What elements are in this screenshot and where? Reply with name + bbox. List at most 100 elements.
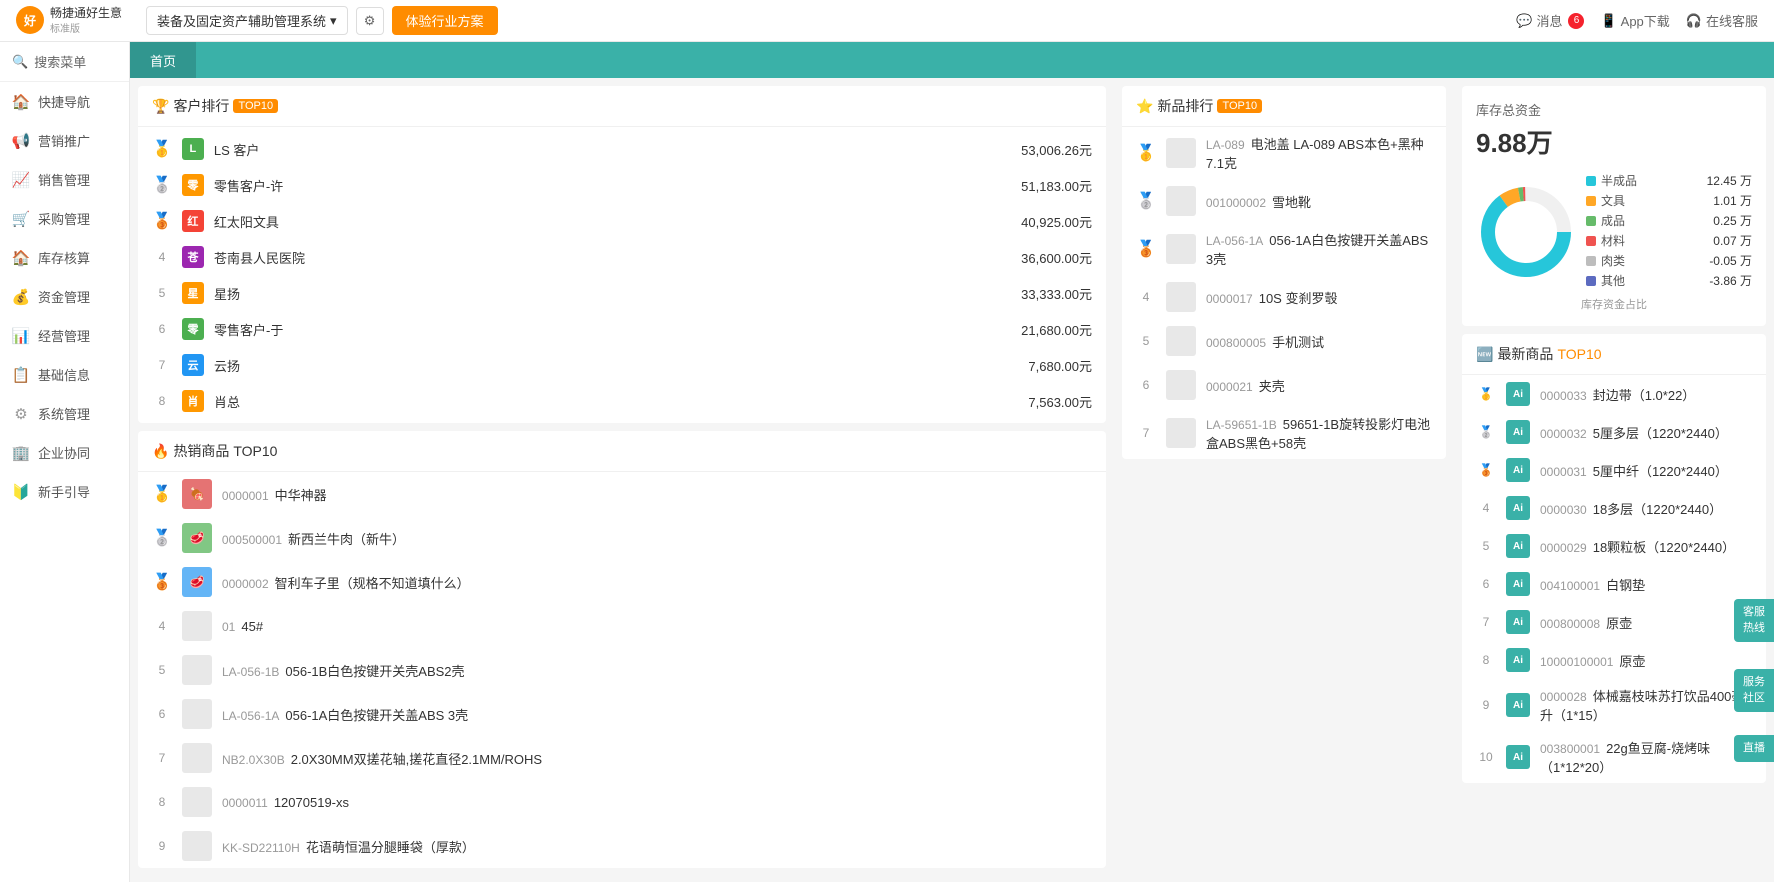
trial-button[interactable]: 体验行业方案 <box>392 6 498 35</box>
product-thumb <box>1166 234 1196 264</box>
rank-item: 7 云 云扬 7,680.00元 <box>138 347 1106 383</box>
rank-item: 5 星 星扬 33,333.00元 <box>138 275 1106 311</box>
app-download-button[interactable]: 📱 App下载 <box>1600 11 1669 30</box>
medal-icon: 🥈 <box>152 175 172 195</box>
rank-number: 7 <box>1136 426 1156 440</box>
phone-icon: 📱 <box>1600 13 1616 29</box>
sidebar-item-operation[interactable]: 📊 经营管理 <box>0 316 129 355</box>
hot-info: 0000001中华神器 <box>222 485 1092 504</box>
new-product-name: 004100001白钢垫 <box>1540 575 1752 594</box>
new-product-item: 8 Ai 10000100001原壶 <box>1462 641 1766 679</box>
chevron-down-icon: ▾ <box>330 13 337 29</box>
logo-sub: 标准版 <box>50 20 122 35</box>
float-service-button[interactable]: 客服热线 <box>1734 599 1774 642</box>
sidebar: 🔍 搜索菜单 🏠 快捷导航 📢 营销推广 📈 销售管理 🛒 采购管理 🏠 库存核… <box>0 42 130 882</box>
hot-info: 000500001新西兰牛肉（新牛） <box>222 529 1092 548</box>
system-selector[interactable]: 装备及固定资产辅助管理系统 ▾ <box>146 6 348 35</box>
new-thumb: Ai <box>1506 534 1530 558</box>
legend-item: 材料 0.07 万 <box>1586 232 1752 249</box>
product-thumb <box>1166 326 1196 356</box>
sidebar-item-basic[interactable]: 📋 基础信息 <box>0 355 129 394</box>
settings-button[interactable]: ⚙ <box>356 7 384 35</box>
headset-icon: 🎧 <box>1686 13 1702 29</box>
rank-number: 5 <box>152 663 172 677</box>
new-product-item: 10 Ai 00380000122g鱼豆腐-烧烤味（1*12*20） <box>1462 731 1766 783</box>
logo-text: 畅捷通好生意 <box>50 6 122 20</box>
hot-item: 6 LA-056-1A056-1A白色按键开关盖ABS 3壳 <box>138 692 1106 736</box>
sidebar-item-marketing[interactable]: 📢 营销推广 <box>0 121 129 160</box>
hot-item: 5 LA-056-1B056-1B白色按键开关壳ABS2壳 <box>138 648 1106 692</box>
star-icon: ⭐ <box>1136 98 1153 115</box>
left-column: 🏆 客户排行 TOP10 🥇 L LS 客户 53,006.26元 🥈 <box>130 78 1114 882</box>
sidebar-item-sales[interactable]: 📈 销售管理 <box>0 160 129 199</box>
sidebar-item-company[interactable]: 🏢 企业协同 <box>0 433 129 472</box>
product-thumb <box>1166 370 1196 400</box>
customer-avatar: 零 <box>182 318 204 340</box>
rank-number: 4 <box>152 250 172 264</box>
float-direct-button[interactable]: 直播 <box>1734 735 1774 762</box>
new-product-item: 🥇 Ai 0000033封边带（1.0*22） <box>1462 375 1766 413</box>
new-product-name: 000003018多层（1220*2440） <box>1540 499 1752 518</box>
sidebar-item-purchase[interactable]: 🛒 采购管理 <box>0 199 129 238</box>
sidebar-item-finance[interactable]: 💰 资金管理 <box>0 277 129 316</box>
message-button[interactable]: 💬 消息 6 <box>1516 11 1584 30</box>
donut-chart <box>1476 182 1576 282</box>
sidebar-item-system[interactable]: ⚙ 系统管理 <box>0 394 129 433</box>
new-rank-item: 7 LA-59651-1B59651-1B旋转投影灯电池盒ABS黑色+58壳 <box>1122 407 1446 459</box>
content-area: 首页 🏆 客户排行 TOP10 🥇 L <box>130 42 1774 882</box>
purchase-icon: 🛒 <box>12 210 30 228</box>
rank-number: 5 <box>152 286 172 300</box>
search-icon: 🔍 <box>12 54 28 70</box>
new-products-header: ⭐ 新品排行 TOP10 <box>1122 86 1446 127</box>
chart-area: 半成品 12.45 万 文具 1.01 万 成品 0.25 万 <box>1476 172 1752 292</box>
new-thumb: Ai <box>1506 420 1530 444</box>
rank-number: 9 <box>1476 698 1496 712</box>
sidebar-item-guide[interactable]: 🔰 新手引导 <box>0 472 129 511</box>
customer-amount: 7,563.00元 <box>1028 392 1092 411</box>
top-badge: TOP10 <box>1217 99 1262 113</box>
new-product-name: 10000100001原壶 <box>1540 651 1752 670</box>
tab-home[interactable]: 首页 <box>130 42 196 78</box>
sidebar-item-inventory[interactable]: 🏠 库存核算 <box>0 238 129 277</box>
float-community-button[interactable]: 服务社区 <box>1734 669 1774 712</box>
logo-area: 好 畅捷通好生意 标准版 <box>16 6 146 35</box>
hot-item: 9 KK-SD22110H花语萌恒温分腿睡袋（厚款） <box>138 824 1106 868</box>
new-thumb: Ai <box>1506 572 1530 596</box>
customer-name: 红太阳文具 <box>214 212 1011 231</box>
legend-item: 其他 -3.86 万 <box>1586 272 1752 289</box>
new-product-info: LA-056-1A056-1A白色按键开关盖ABS 3壳 <box>1206 230 1432 268</box>
customer-name: 云扬 <box>214 356 1018 375</box>
product-thumb: 🥩 <box>182 523 212 553</box>
hot-products-card: 🔥 热销商品 TOP10 🥇 🍖 0000001中华神器 🥈 🥩 0005000… <box>138 431 1106 868</box>
marketing-icon: 📢 <box>12 132 30 150</box>
online-service-button[interactable]: 🎧 在线客服 <box>1686 11 1758 30</box>
rank-number: 10 <box>1476 750 1496 764</box>
legend-value: 12.45 万 <box>1707 172 1752 189</box>
legend-value: -0.05 万 <box>1709 252 1752 269</box>
direct-label: 直播 <box>1738 741 1770 756</box>
customer-avatar: 星 <box>182 282 204 304</box>
content-body: 🏆 客户排行 TOP10 🥇 L LS 客户 53,006.26元 🥈 <box>130 78 1774 882</box>
customer-avatar: 零 <box>182 174 204 196</box>
header-center: 装备及固定资产辅助管理系统 ▾ ⚙ 体验行业方案 <box>146 6 1516 35</box>
new-product-info: LA-59651-1B59651-1B旋转投影灯电池盒ABS黑色+58壳 <box>1206 414 1432 452</box>
new-thumb: Ai <box>1506 745 1530 769</box>
hot-item: 🥉 🥩 0000002智利车子里（规格不知道填什么） <box>138 560 1106 604</box>
inventory-amount: 9.88 <box>1476 128 1527 158</box>
customer-amount: 21,680.00元 <box>1021 320 1092 339</box>
rank-item: 🥈 零 零售客户-许 51,183.00元 <box>138 167 1106 203</box>
hot-info: LA-056-1A056-1A白色按键开关盖ABS 3壳 <box>222 705 1092 724</box>
service-label: 客服热线 <box>1738 605 1770 636</box>
customer-amount: 40,925.00元 <box>1021 212 1092 231</box>
new-thumb: Ai <box>1506 458 1530 482</box>
new-product-info: 000800005手机测试 <box>1206 332 1432 351</box>
legend-item: 成品 0.25 万 <box>1586 212 1752 229</box>
operation-icon: 📊 <box>12 327 30 345</box>
customer-amount: 36,600.00元 <box>1021 248 1092 267</box>
rank-number: 6 <box>1136 378 1156 392</box>
medal-icon: 🥉 <box>152 572 172 592</box>
new-rank-item: 4 000001710S 变刹罗彀 <box>1122 275 1446 319</box>
search-menu[interactable]: 🔍 搜索菜单 <box>0 42 129 82</box>
sidebar-item-quick-nav[interactable]: 🏠 快捷导航 <box>0 82 129 121</box>
medal-icon: 🥉 <box>1136 239 1156 259</box>
